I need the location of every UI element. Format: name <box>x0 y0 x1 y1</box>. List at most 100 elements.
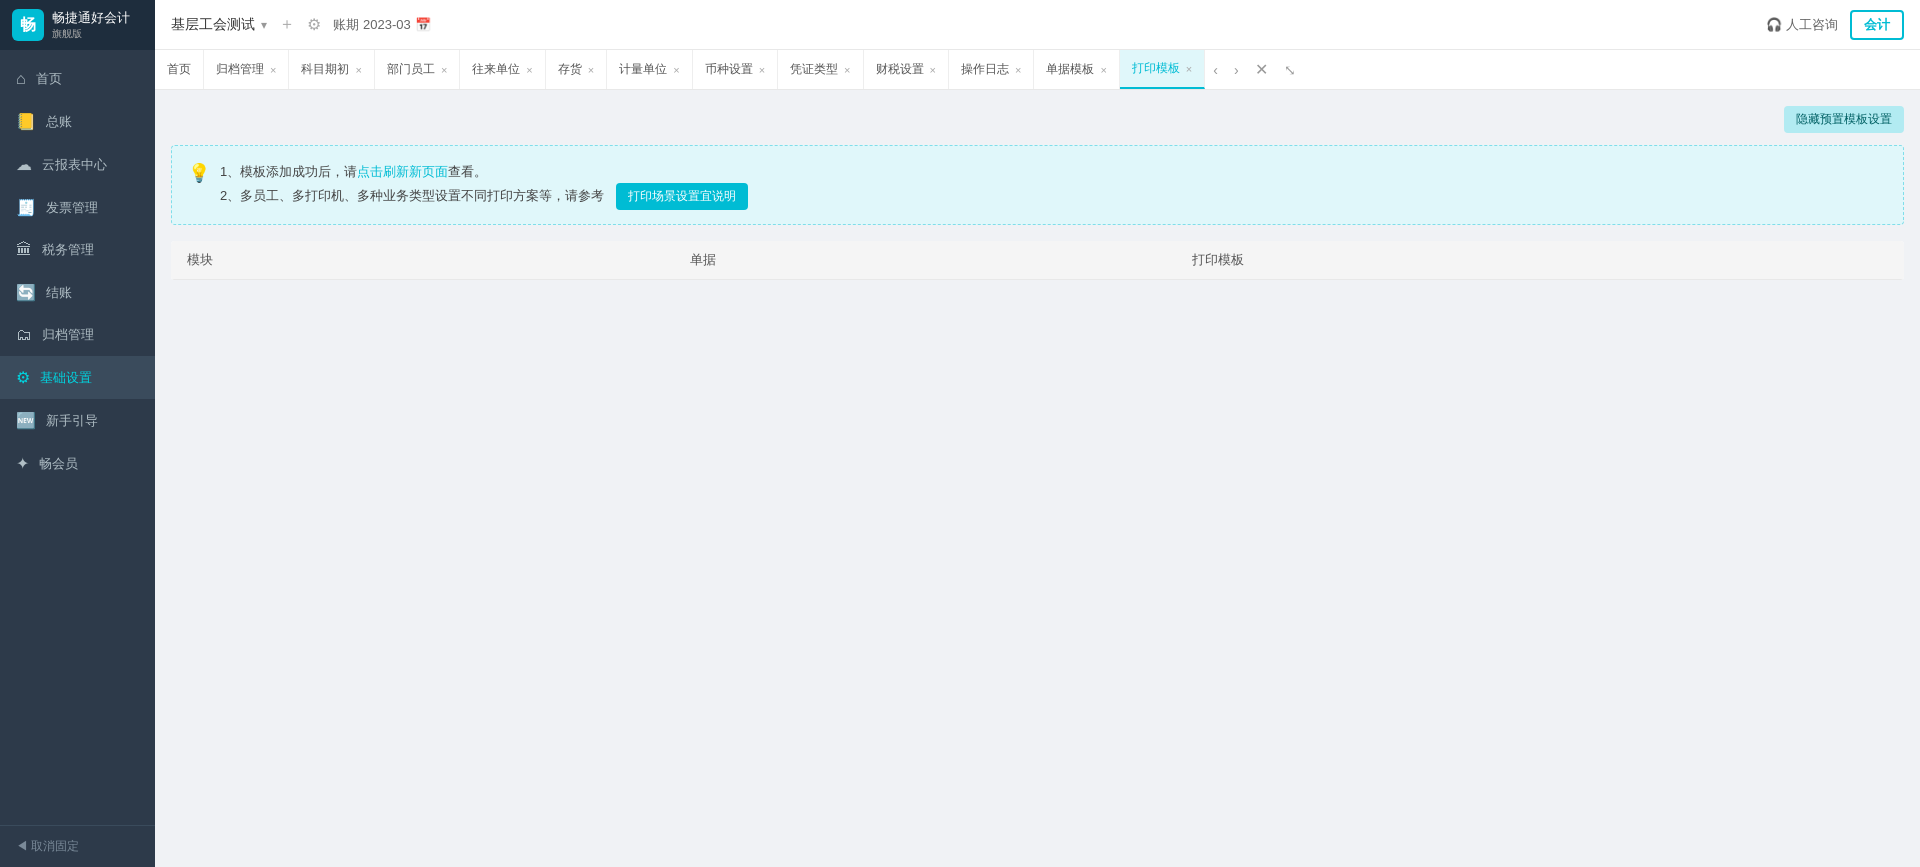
tax-icon: 🏛 <box>16 241 32 259</box>
tab-archive[interactable]: 归档管理 × <box>204 50 289 89</box>
add-tab-icon[interactable]: ＋ <box>279 14 295 35</box>
tab-label-single: 单据模板 <box>1046 61 1094 78</box>
sidebar-item-tax[interactable]: 🏛 税务管理 <box>0 229 155 271</box>
tab-tax[interactable]: 财税设置 × <box>864 50 949 89</box>
tab-close-unit[interactable]: × <box>673 64 679 76</box>
tab-close-voucher[interactable]: × <box>844 64 850 76</box>
sidebar-item-archive[interactable]: 🗂 归档管理 <box>0 314 155 356</box>
main-area: 基层工会测试 ▾ ＋ ⚙ 账期 2023-03 📅 🎧 人工咨询 会计 首页归档… <box>155 0 1920 867</box>
tab-label-partner: 往来单位 <box>472 61 520 78</box>
sidebar-item-label-archive: 归档管理 <box>42 326 94 344</box>
tab-close-tax[interactable]: × <box>930 64 936 76</box>
tab-label-tax: 财税设置 <box>876 61 924 78</box>
tab-close-all-btn[interactable]: ✕ <box>1247 50 1276 89</box>
kuaiji-button[interactable]: 会计 <box>1850 10 1904 40</box>
sidebar-item-label-report: 云报表中心 <box>42 156 107 174</box>
tab-label-subject: 科目期初 <box>301 61 349 78</box>
logo-icon: 畅 <box>12 9 44 41</box>
tab-label-home: 首页 <box>167 61 191 78</box>
tab-close-archive[interactable]: × <box>270 64 276 76</box>
tab-close-single[interactable]: × <box>1100 64 1106 76</box>
tab-label-voucher: 凭证类型 <box>790 61 838 78</box>
sidebar-item-label-tax: 税务管理 <box>42 241 94 259</box>
col-template: 打印模板 <box>1176 241 1904 280</box>
settings-icon[interactable]: ⚙ <box>307 15 321 34</box>
tab-partner[interactable]: 往来单位 × <box>460 50 545 89</box>
tab-close-dept[interactable]: × <box>441 64 447 76</box>
info-text: 1、模板添加成功后，请点击刷新新页面查看。 2、多员工、多打印机、多种业务类型设… <box>220 160 748 210</box>
topbar-right: 🎧 人工咨询 会计 <box>1766 10 1904 40</box>
tab-currency[interactable]: 币种设置× <box>693 50 778 89</box>
content-area: 隐藏预置模板设置 💡 1、模板添加成功后，请点击刷新新页面查看。 2、多员工、多… <box>155 90 1920 867</box>
guide-icon: 🆕 <box>16 411 36 430</box>
tab-single[interactable]: 单据模板 × <box>1034 50 1119 89</box>
info-line1: 1、模板添加成功后，请点击刷新新页面查看。 <box>220 160 748 183</box>
sidebar-item-settings[interactable]: ⚙ 基础设置 <box>0 356 155 399</box>
logo-text: 畅捷通好会计 旗舰版 <box>52 10 130 40</box>
tab-voucher[interactable]: 凭证类型 × <box>778 50 863 89</box>
tab-home[interactable]: 首页 <box>155 50 204 89</box>
cancel-fixed-btn[interactable]: ◀ 取消固定 <box>0 825 155 867</box>
service-button[interactable]: 🎧 人工咨询 <box>1766 16 1838 34</box>
home-icon: ⌂ <box>16 70 26 88</box>
tab-unit[interactable]: 计量单位 × <box>607 50 692 89</box>
tab-prev-btn[interactable]: ‹ <box>1205 50 1226 89</box>
tab-print[interactable]: 打印模板 × <box>1120 50 1205 89</box>
company-name: 基层工会测试 <box>171 16 255 34</box>
invoice-icon: 🧾 <box>16 198 36 217</box>
info-box: 💡 1、模板添加成功后，请点击刷新新页面查看。 2、多员工、多打印机、多种业务类… <box>171 145 1904 225</box>
ledger-icon: 📒 <box>16 112 36 131</box>
tab-label-oplog: 操作日志 <box>961 61 1009 78</box>
sidebar-item-label-ledger: 总账 <box>46 113 72 131</box>
tab-close-print[interactable]: × <box>1186 63 1192 75</box>
sidebar-item-checkout[interactable]: 🔄结账 <box>0 271 155 314</box>
period-label: 账期 <box>333 16 359 34</box>
table-header-row: 模块 单据 打印模板 <box>171 241 1904 280</box>
tab-close-inventory[interactable]: × <box>588 64 594 76</box>
tab-dept[interactable]: 部门员工× <box>375 50 460 89</box>
sidebar-nav: ⌂ 首页 📒 总账 ☁云报表中心🧾发票管理 🏛 税务管理 🔄结账 🗂 归档管理 ⚙ 基础设置 🆕新手引导… <box>0 50 155 825</box>
tab-bar: 首页归档管理×科目期初×部门员工×往来单位×存货×计量单位×币种设置×凭证类型×… <box>155 50 1920 90</box>
company-selector[interactable]: 基层工会测试 ▾ <box>171 16 267 34</box>
tab-expand-btn[interactable]: ⤡ <box>1276 50 1304 89</box>
sidebar-item-label-member: 畅会员 <box>39 455 78 473</box>
tab-label-archive: 归档管理 <box>216 61 264 78</box>
bulb-icon: 💡 <box>188 162 210 184</box>
tab-label-unit: 计量单位 <box>619 61 667 78</box>
calendar-icon: 📅 <box>415 17 431 32</box>
refresh-link[interactable]: 点击刷新新页面 <box>357 164 448 179</box>
headset-icon: 🎧 <box>1766 17 1782 32</box>
settings-icon: ⚙ <box>16 368 30 387</box>
sidebar-item-invoice[interactable]: 🧾发票管理 <box>0 186 155 229</box>
sidebar-item-label-settings: 基础设置 <box>40 369 92 387</box>
tab-label-inventory: 存货 <box>558 61 582 78</box>
col-document: 单据 <box>674 241 1177 280</box>
checkout-icon: 🔄 <box>16 283 36 302</box>
tab-next-btn[interactable]: › <box>1226 50 1247 89</box>
sidebar-item-member[interactable]: ✦ 畅会员 <box>0 442 155 485</box>
tab-close-partner[interactable]: × <box>526 64 532 76</box>
period-value: 2023-03 <box>363 17 411 32</box>
tab-inventory[interactable]: 存货 × <box>546 50 607 89</box>
period-selector[interactable]: 账期 2023-03 📅 <box>333 16 431 34</box>
tab-close-subject[interactable]: × <box>355 64 361 76</box>
sidebar: 畅 畅捷通好会计 旗舰版 ⌂ 首页 📒 总账 ☁云报表中心🧾发票管理 🏛 税务管理 🔄结账 🗂 归… <box>0 0 155 867</box>
sidebar-item-label-home: 首页 <box>36 70 62 88</box>
logo-area: 畅 畅捷通好会计 旗舰版 <box>0 0 155 50</box>
sidebar-item-guide[interactable]: 🆕新手引导 <box>0 399 155 442</box>
tab-label-print: 打印模板 <box>1132 60 1180 77</box>
print-template-table: 模块 单据 打印模板 <box>171 241 1904 280</box>
hide-preview-button[interactable]: 隐藏预置模板设置 <box>1784 106 1904 133</box>
member-icon: ✦ <box>16 454 29 473</box>
tab-subject[interactable]: 科目期初 × <box>289 50 374 89</box>
tab-close-currency[interactable]: × <box>759 64 765 76</box>
archive-icon: 🗂 <box>16 326 32 344</box>
tab-close-oplog[interactable]: × <box>1015 64 1021 76</box>
sidebar-item-ledger[interactable]: 📒 总账 <box>0 100 155 143</box>
explain-button[interactable]: 打印场景设置宜说明 <box>616 183 748 210</box>
sidebar-item-report[interactable]: ☁云报表中心 <box>0 143 155 186</box>
topbar-actions: ＋ ⚙ <box>279 14 321 35</box>
tab-oplog[interactable]: 操作日志 × <box>949 50 1034 89</box>
info-line2: 2、多员工、多打印机、多种业务类型设置不同打印方案等，请参考 打印场景设置宜说明 <box>220 183 748 210</box>
sidebar-item-home[interactable]: ⌂ 首页 <box>0 58 155 100</box>
